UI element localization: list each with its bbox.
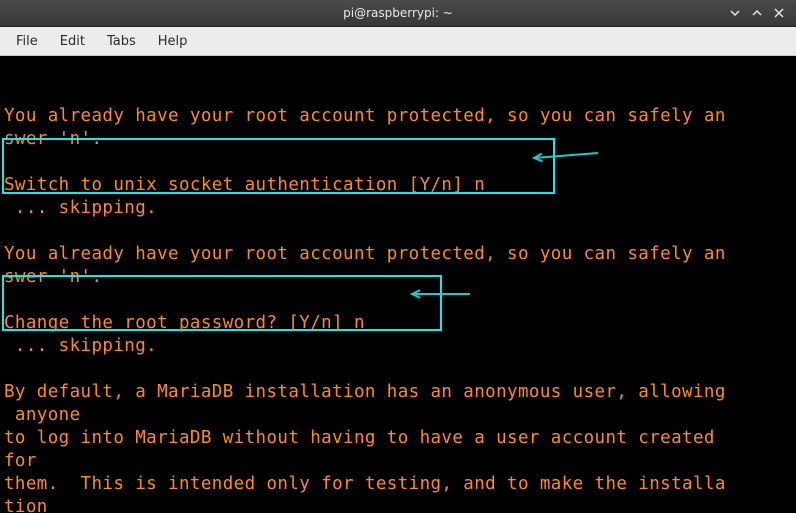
close-button[interactable] xyxy=(772,6,786,20)
menu-edit[interactable]: Edit xyxy=(50,31,95,52)
window-titlebar: pi@raspberrypi: ~ xyxy=(0,0,796,27)
menu-help[interactable]: Help xyxy=(148,31,198,52)
close-icon xyxy=(773,7,785,19)
terminal-area[interactable]: You already have your root account prote… xyxy=(0,56,796,513)
maximize-button[interactable] xyxy=(750,6,764,20)
terminal-text: You already have your root account prote… xyxy=(4,82,726,513)
window-controls xyxy=(728,0,792,26)
menu-tabs[interactable]: Tabs xyxy=(97,31,146,52)
chevron-up-icon xyxy=(751,7,763,19)
chevron-down-icon xyxy=(729,7,741,19)
menu-file[interactable]: File xyxy=(6,31,48,52)
menubar: File Edit Tabs Help xyxy=(0,27,796,56)
window-title: pi@raspberrypi: ~ xyxy=(0,6,796,20)
minimize-button[interactable] xyxy=(728,6,742,20)
